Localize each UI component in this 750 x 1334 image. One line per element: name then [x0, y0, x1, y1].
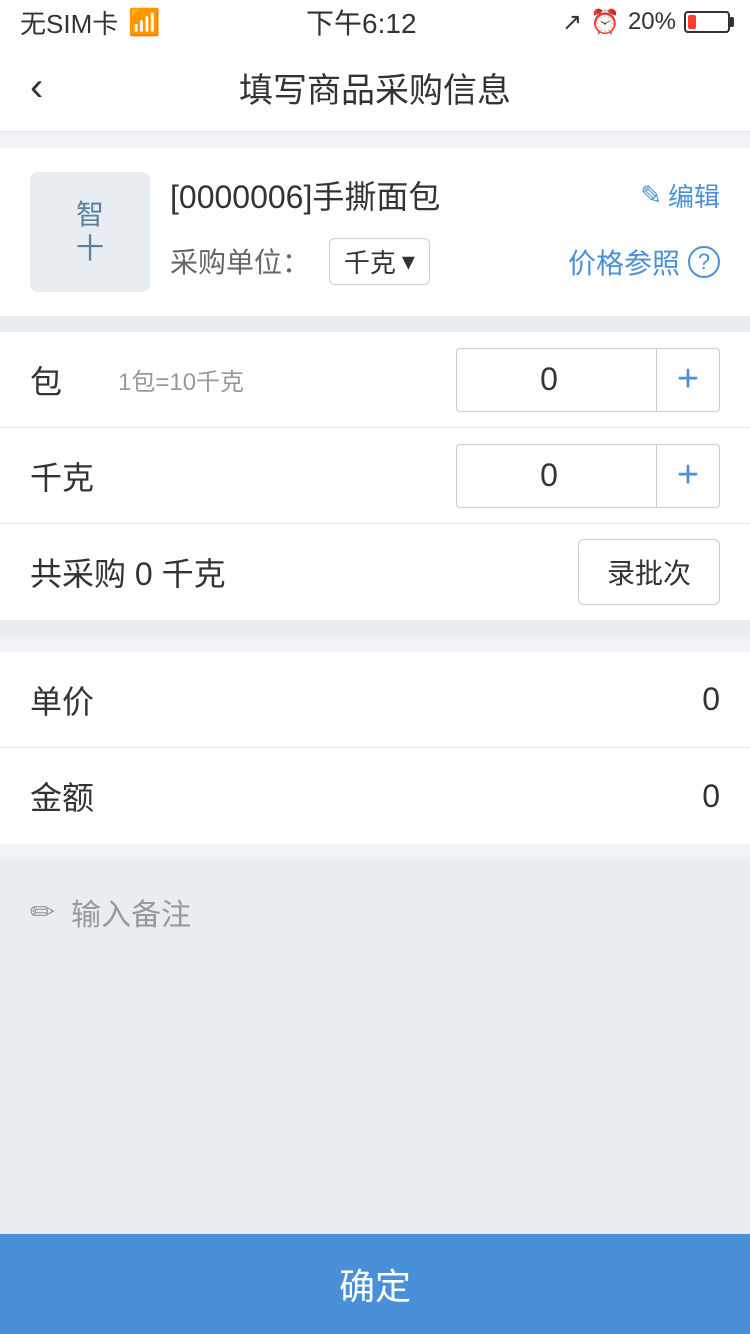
product-info: [0000006]手撕面包 ✎ 编辑 采购单位： 千克 ▾ 价格参照 ?: [170, 172, 720, 285]
summary-text: 共采购 0 千克: [30, 549, 226, 595]
unit-section: 采购单位： 千克 ▾: [170, 238, 430, 285]
product-card: 智 十 [0000006]手撕面包 ✎ 编辑 采购单位： 千克 ▾ 价格参照 ?: [0, 148, 750, 316]
battery-fill: [688, 15, 696, 29]
unit-select[interactable]: 千克 ▾: [329, 238, 430, 285]
location-icon: ↗: [562, 8, 582, 37]
confirm-bar[interactable]: 确定: [0, 1234, 750, 1334]
summary-unit: 千克: [162, 556, 226, 592]
alarm-icon: ⏰: [590, 8, 620, 37]
bag-input-wrap: +: [456, 348, 720, 412]
pencil-icon: ✏: [30, 895, 55, 930]
unit-label: 采购单位：: [170, 247, 310, 278]
product-image: 智 十: [30, 172, 150, 292]
bottom-spacer: [0, 964, 750, 1264]
kg-input-wrap: +: [456, 444, 720, 508]
status-bar: 无SIM卡 📶 下午6:12 ↗ ⏰ 20%: [0, 0, 750, 44]
remark-section[interactable]: ✏ 输入备注: [0, 860, 750, 964]
summary-value: 0: [135, 556, 153, 592]
back-button[interactable]: ‹: [30, 65, 90, 110]
bag-label: 包: [30, 357, 110, 403]
bag-sublabel: 1包=10千克: [118, 362, 456, 397]
page-title: 填写商品采购信息: [239, 63, 511, 112]
kg-plus-icon: +: [677, 454, 699, 497]
edit-icon: ✎: [640, 180, 662, 211]
back-icon: ‹: [30, 65, 43, 109]
summary-row: 共采购 0 千克 录批次: [0, 524, 750, 620]
battery-indicator: [684, 11, 730, 33]
batch-button[interactable]: 录批次: [578, 539, 720, 605]
summary-label: 共采购: [30, 556, 126, 592]
wifi-icon: 📶: [128, 7, 160, 38]
kg-input-row: 千克 +: [0, 428, 750, 524]
product-name: [0000006]手撕面包: [170, 172, 440, 218]
unit-price-value: 0: [702, 681, 720, 718]
unit-price-row: 单价 0: [0, 652, 750, 748]
edit-button[interactable]: ✎ 编辑: [640, 177, 720, 214]
price-ref-label: 价格参照: [568, 242, 680, 282]
unit-row: 采购单位： 千克 ▾ 价格参照 ?: [170, 238, 720, 285]
carrier-label: 无SIM卡: [20, 4, 118, 41]
amount-value: 0: [702, 778, 720, 815]
help-icon: ?: [688, 246, 720, 278]
status-right: ↗ ⏰ 20%: [562, 8, 730, 37]
remark-placeholder: 输入备注: [71, 890, 191, 934]
unit-price-label: 单价: [30, 677, 94, 723]
section-divider-1: [0, 316, 750, 332]
amount-row: 金额 0: [0, 748, 750, 844]
status-left: 无SIM卡 📶: [20, 4, 161, 41]
edit-label: 编辑: [668, 177, 720, 214]
kg-input[interactable]: [456, 444, 656, 508]
dropdown-icon: ▾: [402, 246, 415, 277]
nav-bar: ‹ 填写商品采购信息: [0, 44, 750, 132]
amount-label: 金额: [30, 773, 94, 819]
input-section: 包 1包=10千克 + 千克 +: [0, 332, 750, 524]
unit-value: 千克: [344, 243, 396, 280]
bag-plus-icon: +: [677, 358, 699, 401]
bag-plus-button[interactable]: +: [656, 348, 720, 412]
price-ref-button[interactable]: 价格参照 ?: [568, 242, 720, 282]
product-logo: 智 十: [76, 198, 104, 265]
bag-input[interactable]: [456, 348, 656, 412]
product-name-row: [0000006]手撕面包 ✎ 编辑: [170, 172, 720, 218]
bag-input-row: 包 1包=10千克 +: [0, 332, 750, 428]
status-time: 下午6:12: [306, 2, 417, 42]
kg-plus-button[interactable]: +: [656, 444, 720, 508]
section-divider-2: [0, 620, 750, 636]
info-section: 单价 0 金额 0: [0, 652, 750, 844]
kg-label: 千克: [30, 453, 110, 499]
battery-percent: 20%: [628, 8, 676, 36]
confirm-button-label: 确定: [339, 1258, 411, 1310]
batch-btn-label: 录批次: [607, 558, 691, 589]
